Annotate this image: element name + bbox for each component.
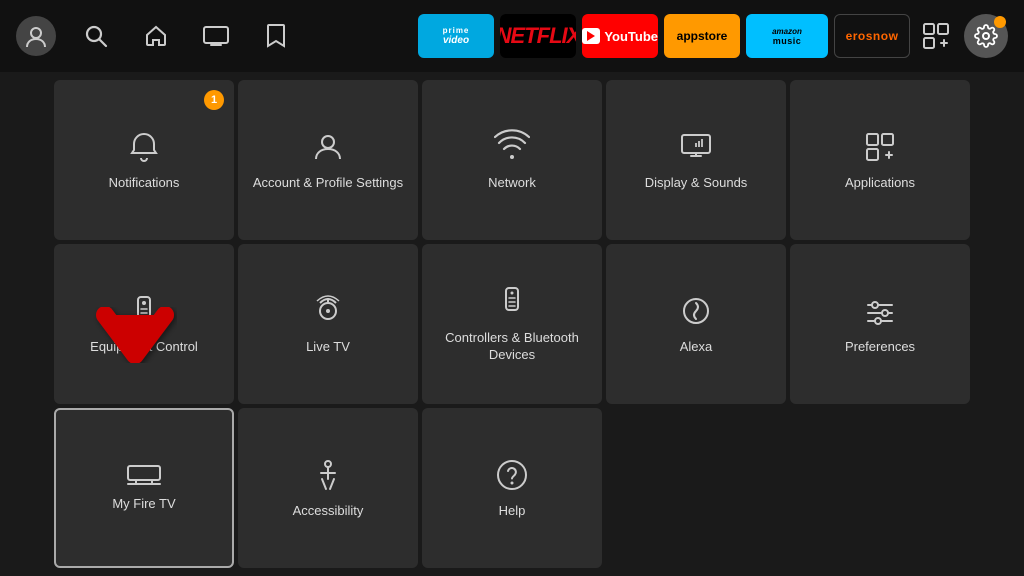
network-icon xyxy=(494,129,530,165)
prime-video-app[interactable]: prime video xyxy=(418,14,494,58)
tile-my-fire-tv[interactable]: My Fire TV xyxy=(54,408,234,568)
help-icon xyxy=(494,457,530,493)
youtube-icon xyxy=(582,28,600,44)
network-label: Network xyxy=(488,175,536,192)
profile-icon[interactable] xyxy=(16,16,56,56)
youtube-label: YouTube xyxy=(604,29,658,44)
notifications-icon xyxy=(126,129,162,165)
account-label: Account & Profile Settings xyxy=(253,175,403,192)
preferences-label: Preferences xyxy=(845,339,915,356)
tile-notifications[interactable]: 1 Notifications xyxy=(54,80,234,240)
erosnow-label: erosnow xyxy=(846,29,899,43)
nav-apps: prime video NETFLIX YouTube appstore ama… xyxy=(418,14,956,58)
notification-dot xyxy=(994,16,1006,28)
tile-network[interactable]: Network xyxy=(422,80,602,240)
netflix-app[interactable]: NETFLIX xyxy=(500,14,576,58)
live-tv-icon xyxy=(310,293,346,329)
home-icon[interactable] xyxy=(136,16,176,56)
notifications-label: Notifications xyxy=(109,175,180,192)
controllers-label: Controllers & Bluetooth Devices xyxy=(422,330,602,364)
appstore-label: appstore xyxy=(677,29,728,43)
nav-left xyxy=(16,16,296,56)
settings-grid: 1 Notifications Account & Profile Settin… xyxy=(0,72,1024,576)
applications-icon xyxy=(862,129,898,165)
display-sounds-label: Display & Sounds xyxy=(645,175,748,192)
notifications-badge: 1 xyxy=(204,90,224,110)
erosnow-app[interactable]: erosnow xyxy=(834,14,910,58)
applications-label: Applications xyxy=(845,175,915,192)
tile-applications[interactable]: Applications xyxy=(790,80,970,240)
tile-help[interactable]: Help xyxy=(422,408,602,568)
tile-controllers[interactable]: Controllers & Bluetooth Devices xyxy=(422,244,602,404)
my-fire-tv-label: My Fire TV xyxy=(112,496,175,513)
youtube-app[interactable]: YouTube xyxy=(582,14,658,58)
navbar: prime video NETFLIX YouTube appstore ama… xyxy=(0,0,1024,72)
tile-preferences[interactable]: Preferences xyxy=(790,244,970,404)
grid-button[interactable] xyxy=(916,14,956,58)
preferences-icon xyxy=(862,293,898,329)
accessibility-icon xyxy=(310,457,346,493)
tile-account[interactable]: Account & Profile Settings xyxy=(238,80,418,240)
controllers-icon xyxy=(496,284,528,320)
display-sounds-icon xyxy=(678,129,714,165)
tv-icon[interactable] xyxy=(196,16,236,56)
help-label: Help xyxy=(499,503,526,520)
tile-alexa[interactable]: Alexa xyxy=(606,244,786,404)
tile-live-tv[interactable]: Live TV xyxy=(238,244,418,404)
equipment-control-icon xyxy=(126,293,162,329)
accessibility-label: Accessibility xyxy=(293,503,364,520)
amazon-music-app[interactable]: amazon music xyxy=(746,14,828,58)
tile-accessibility[interactable]: Accessibility xyxy=(238,408,418,568)
alexa-icon xyxy=(678,293,714,329)
appstore-app[interactable]: appstore xyxy=(664,14,740,58)
alexa-label: Alexa xyxy=(680,339,713,356)
tile-equipment-control[interactable]: Equipment Control xyxy=(54,244,234,404)
account-icon xyxy=(310,129,346,165)
tile-display-sounds[interactable]: Display & Sounds xyxy=(606,80,786,240)
search-icon[interactable] xyxy=(76,16,116,56)
settings-gear-button[interactable] xyxy=(964,14,1008,58)
equipment-control-label: Equipment Control xyxy=(90,339,198,356)
my-fire-tv-icon xyxy=(126,464,162,486)
live-tv-label: Live TV xyxy=(306,339,350,356)
bookmark-icon[interactable] xyxy=(256,16,296,56)
